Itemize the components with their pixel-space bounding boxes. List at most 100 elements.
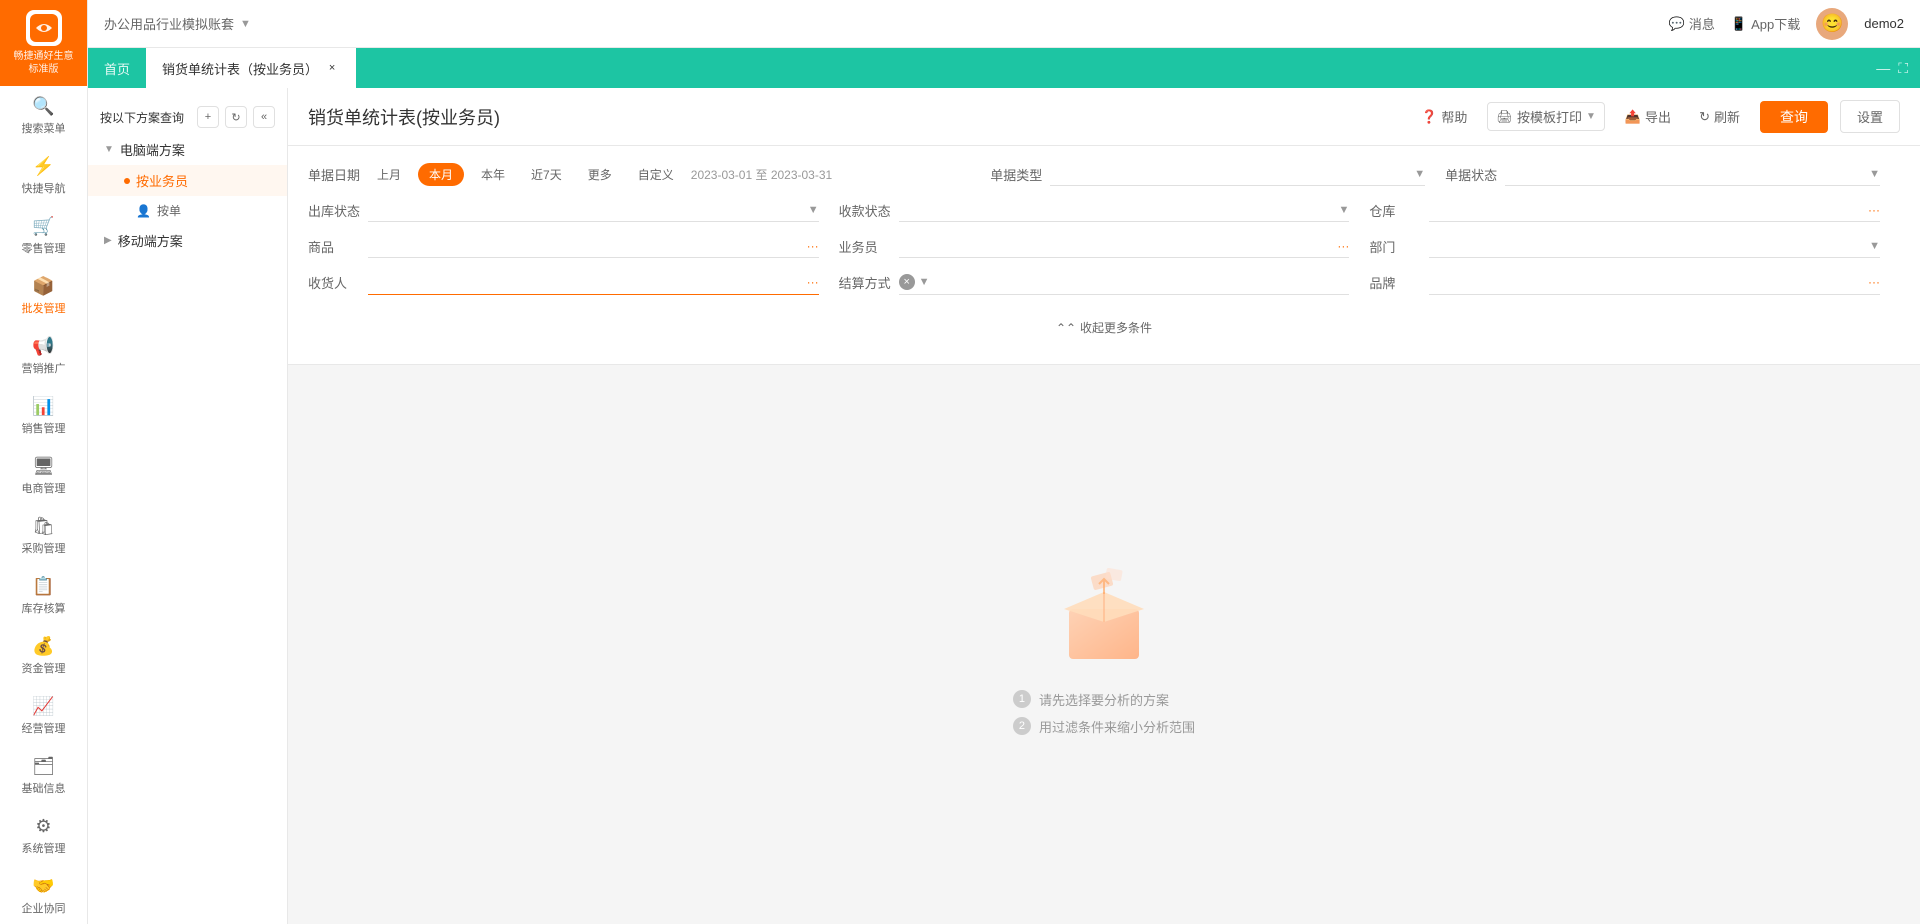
tab-close-btn[interactable]: × <box>324 60 340 76</box>
finance-icon: 💰 <box>32 636 54 657</box>
sidebar-item-base[interactable]: 🗂 基础信息 <box>0 746 87 806</box>
stock-status-control[interactable]: ▼ <box>368 198 819 222</box>
sidebar-item-search[interactable]: 🔍 搜索菜单 <box>0 86 87 146</box>
user-name[interactable]: demo2 <box>1864 16 1904 31</box>
export-icon: 📤 <box>1625 109 1641 125</box>
tab-expand-btn[interactable]: ⛶ <box>1898 60 1908 77</box>
date-btn-7days[interactable]: 近7天 <box>522 163 571 186</box>
query-button[interactable]: 查询 <box>1760 101 1828 133</box>
stock-status-input[interactable] <box>368 202 808 217</box>
tree-item-mobile[interactable]: ▶ 移动端方案 <box>88 225 287 256</box>
department-input[interactable] <box>1429 238 1869 253</box>
goods-input[interactable] <box>368 238 807 253</box>
panel-collapse-btn[interactable]: « <box>253 106 275 128</box>
panel-add-btn[interactable]: + <box>197 106 219 128</box>
doc-status-input[interactable] <box>1505 166 1869 181</box>
tab-home[interactable]: 首页 <box>88 48 146 88</box>
brand-control[interactable]: ··· <box>1429 271 1880 295</box>
warehouse-more-icon[interactable]: ··· <box>1868 203 1880 217</box>
date-btn-more[interactable]: 更多 <box>579 163 621 186</box>
sidebar-item-operation[interactable]: 📈 经营管理 <box>0 686 87 746</box>
tree-sub-by-doc[interactable]: 👤 按单 <box>88 196 287 225</box>
doc-status-dropdown-icon[interactable]: ▼ <box>1869 168 1880 180</box>
goods-control[interactable]: ··· <box>368 234 819 258</box>
sidebar-item-marketing[interactable]: 📢 营销推广 <box>0 326 87 386</box>
sidebar-item-inventory[interactable]: 📋 库存核算 <box>0 566 87 626</box>
date-btn-custom[interactable]: 自定义 <box>629 163 683 186</box>
recipient-label: 收货人 <box>308 273 368 292</box>
filter-date: 单据日期 上月 本月 本年 近7天 更多 自定义 2023-03-01 至 20… <box>308 163 990 186</box>
tree-item-desktop[interactable]: ▼ 电脑端方案 <box>88 134 287 165</box>
recipient-more-icon[interactable]: ··· <box>807 275 819 289</box>
recipient-input[interactable] <box>368 275 807 290</box>
date-btn-this-year[interactable]: 本年 <box>472 163 514 186</box>
doc-type-dropdown-icon[interactable]: ▼ <box>1414 168 1425 180</box>
collapse-button[interactable]: ⌃⌃ 收起更多条件 <box>1044 315 1164 340</box>
salesperson-more-icon[interactable]: ··· <box>1337 239 1349 253</box>
sidebar-item-search-label: 搜索菜单 <box>22 120 66 136</box>
doc-type-input[interactable] <box>1050 166 1414 181</box>
purchase-icon: 🛍 <box>32 516 55 537</box>
tab-sales-stat[interactable]: 销货单统计表（按业务员） × <box>146 48 356 88</box>
sidebar-item-retail[interactable]: 🛒 零售管理 <box>0 206 87 266</box>
receipt-status-label: 收款状态 <box>839 201 899 220</box>
help-btn[interactable]: ❓ 帮助 <box>1413 103 1475 130</box>
sidebar-item-quick-nav[interactable]: ⚡ 快捷导航 <box>0 146 87 206</box>
retail-icon: 🛒 <box>32 216 54 237</box>
settlement-dropdown-icon[interactable]: ▼ <box>919 276 930 288</box>
print-btn[interactable]: 🖨 按模板打印 ▼ <box>1487 102 1604 131</box>
logo[interactable]: 畅捷通好生意 标准版 <box>0 0 87 86</box>
filter-row-2: 出库状态 ▼ 收款状态 ▼ 仓库 <box>308 198 1900 222</box>
receipt-status-dropdown-icon[interactable]: ▼ <box>1338 204 1349 216</box>
app-download-label: App下载 <box>1751 14 1800 33</box>
export-btn[interactable]: 📤 导出 <box>1617 103 1679 130</box>
doc-type-control[interactable]: ▼ <box>1050 162 1425 186</box>
topbar: 办公用品行业模拟账套 ▼ 💬 消息 📱 App下载 😊 demo2 <box>88 0 1920 48</box>
tree-child-by-salesperson[interactable]: 按业务员 <box>88 165 287 196</box>
sidebar-item-ecommerce-label: 电商管理 <box>22 480 66 496</box>
topbar-title[interactable]: 办公用品行业模拟账套 ▼ <box>104 14 1657 33</box>
sidebar-item-finance[interactable]: 💰 资金管理 <box>0 626 87 686</box>
receipt-status-input[interactable] <box>899 202 1339 217</box>
warehouse-control[interactable]: ··· <box>1429 198 1880 222</box>
salesperson-control[interactable]: ··· <box>899 234 1350 258</box>
goods-more-icon[interactable]: ··· <box>807 239 819 253</box>
stock-status-dropdown-icon[interactable]: ▼ <box>808 204 819 216</box>
sidebar-item-sales[interactable]: 📊 销售管理 <box>0 386 87 446</box>
app-download-btn[interactable]: 📱 App下载 <box>1731 14 1800 33</box>
department-dropdown-icon[interactable]: ▼ <box>1869 240 1880 252</box>
filter-row-3: 商品 ··· 业务员 ··· 部门 <box>308 234 1900 258</box>
sidebar-item-purchase[interactable]: 🛍 采购管理 <box>0 506 87 566</box>
sidebar-item-wholesale[interactable]: 📦 批发管理 <box>0 266 87 326</box>
sidebar-item-enterprise[interactable]: 🤝 企业协同 <box>0 866 87 924</box>
avatar[interactable]: 😊 <box>1816 8 1848 40</box>
avatar-text: 😊 <box>1821 13 1843 34</box>
setting-button[interactable]: 设置 <box>1840 100 1900 133</box>
brand-more-icon[interactable]: ··· <box>1868 275 1880 289</box>
marketing-icon: 📢 <box>32 336 54 357</box>
main-area: 办公用品行业模拟账套 ▼ 💬 消息 📱 App下载 😊 demo2 首页 销货单… <box>88 0 1920 924</box>
department-control[interactable]: ▼ <box>1429 234 1880 258</box>
settlement-clear-icon[interactable]: × <box>899 274 915 290</box>
doc-status-control[interactable]: ▼ <box>1505 162 1880 186</box>
operation-icon: 📈 <box>32 696 54 717</box>
refresh-btn[interactable]: ↻ 刷新 <box>1691 103 1748 130</box>
date-btn-this-month[interactable]: 本月 <box>418 163 464 186</box>
message-btn[interactable]: 💬 消息 <box>1669 14 1715 33</box>
brand-input[interactable] <box>1429 275 1868 290</box>
warehouse-input[interactable] <box>1429 202 1868 217</box>
filter-doc-type: 单据类型 ▼ <box>990 162 1445 186</box>
recipient-control[interactable]: ··· <box>368 271 819 295</box>
receipt-status-control[interactable]: ▼ <box>899 198 1350 222</box>
date-btn-last-month[interactable]: 上月 <box>368 163 410 186</box>
sidebar-item-ecommerce[interactable]: 🖥 电商管理 <box>0 446 87 506</box>
settlement-control[interactable]: × ▼ <box>899 270 1350 295</box>
goods-label: 商品 <box>308 237 368 256</box>
tab-minimize-btn[interactable]: — <box>1876 60 1890 76</box>
topbar-dropdown-icon: ▼ <box>240 18 251 30</box>
sidebar-item-system[interactable]: ⚙ 系统管理 <box>0 806 87 866</box>
salesperson-input[interactable] <box>899 238 1338 253</box>
tree-arrow-mobile: ▶ <box>104 235 112 246</box>
person-icon: 👤 <box>136 204 151 218</box>
panel-refresh-btn[interactable]: ↻ <box>225 106 247 128</box>
